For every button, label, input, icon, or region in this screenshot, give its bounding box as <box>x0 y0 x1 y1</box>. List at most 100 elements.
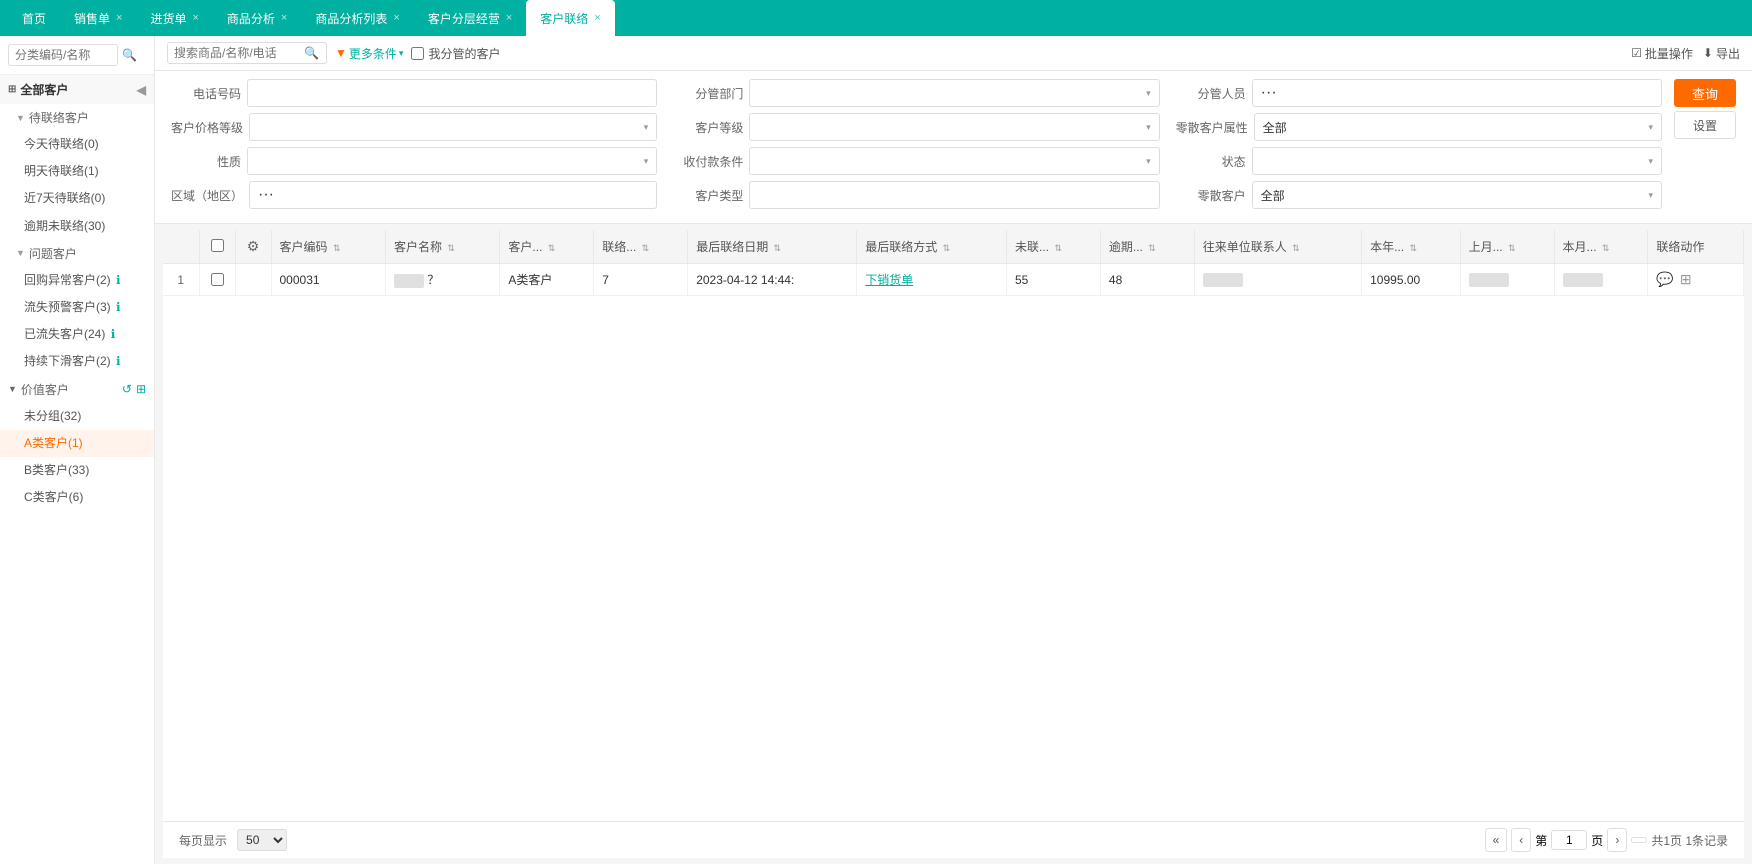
table-body: 1 000031 ？ A类客户 7 <box>163 264 1744 296</box>
manager-dots-icon[interactable]: ··· <box>1261 84 1277 102</box>
page-size-select[interactable]: 20 50 100 <box>237 829 287 851</box>
region-dots-icon[interactable]: ··· <box>258 186 274 204</box>
my-customers-check[interactable] <box>411 47 424 60</box>
sidebar-item-a-class[interactable]: A类客户(1) <box>0 430 154 457</box>
settings-button[interactable]: 设置 <box>1674 111 1736 139</box>
cell-lastmonth <box>1460 264 1554 296</box>
prev-page-btn[interactable]: ‹ <box>1511 828 1531 852</box>
col-checkbox-header[interactable] <box>199 230 235 264</box>
phone-input[interactable] <box>247 79 657 107</box>
sort-name-icon: ⇅ <box>447 243 455 253</box>
refresh-icon[interactable]: ↺ <box>122 382 132 396</box>
price-level-select[interactable]: ▾ <box>249 113 657 141</box>
message-action-icon[interactable]: 💬 <box>1656 271 1673 288</box>
col-uncontacted-header[interactable]: 未联... ⇅ <box>1007 230 1101 264</box>
cell-checkbox[interactable] <box>199 264 235 296</box>
nav-product-analysis[interactable]: 商品分析 × <box>213 0 301 36</box>
next-page-btn[interactable]: › <box>1607 828 1627 852</box>
blurred-thismonth <box>1563 273 1603 287</box>
query-button[interactable]: 查询 <box>1674 79 1736 107</box>
filter-search-icon[interactable]: 🔍 <box>304 46 319 60</box>
sidebar-all-customers[interactable]: ⊞ 全部客户 ◀ <box>0 75 154 104</box>
nav-sales[interactable]: 销售单 × <box>60 0 136 36</box>
col-lastmonth-header[interactable]: 上月... ⇅ <box>1460 230 1554 264</box>
sidebar-group-problem[interactable]: ▼ 问题客户 <box>0 240 154 267</box>
nav-home[interactable]: 首页 <box>8 0 60 36</box>
horizontal-scrollbar[interactable] <box>163 811 1744 821</box>
zero-attr-select[interactable]: 全部 ▾ <box>1254 113 1662 141</box>
nav-purchase[interactable]: 进货单 × <box>136 0 212 36</box>
customer-level-select[interactable]: ▾ <box>749 113 1159 141</box>
sort-lastmethod-icon: ⇅ <box>943 243 951 253</box>
col-thisyear-header[interactable]: 本年... ⇅ <box>1362 230 1461 264</box>
nav-product-list[interactable]: 商品分析列表 × <box>301 0 413 36</box>
last-page-btn[interactable] <box>1631 837 1647 843</box>
col-level-header[interactable]: 客户... ⇅ <box>500 230 594 264</box>
close-purchase-icon[interactable]: × <box>192 12 198 24</box>
close-all-button[interactable]: × <box>1735 423 1744 441</box>
cell-level: A类客户 <box>500 264 594 296</box>
region-input[interactable]: ··· <box>249 181 657 209</box>
col-contact-header[interactable]: 联络... ⇅ <box>594 230 688 264</box>
sidebar-item-churn-warning[interactable]: 流失预警客户(3) ℹ <box>0 294 154 321</box>
status-label: 状态 <box>1176 153 1246 170</box>
row-checkbox[interactable] <box>211 273 224 286</box>
col-lastdate-header[interactable]: 最后联络日期 ⇅ <box>688 230 857 264</box>
col-thismonth-header[interactable]: 本月... ⇅ <box>1554 230 1648 264</box>
sidebar-item-tomorrow[interactable]: 明天待联络(1) <box>0 158 154 185</box>
nav-customer-contact[interactable]: 客户联络 × <box>526 0 614 36</box>
first-page-btn[interactable]: « <box>1485 828 1508 852</box>
table-settings-icon[interactable]: ⚙ <box>247 238 260 254</box>
close-analysis-icon[interactable]: × <box>281 12 287 24</box>
add-value-icon[interactable]: ⊞ <box>136 382 146 396</box>
close-list-icon[interactable]: × <box>393 12 399 24</box>
sort-lastmonth-icon: ⇅ <box>1508 243 1516 253</box>
my-customers-checkbox[interactable]: 我分管的客户 <box>411 45 500 62</box>
sidebar-item-declining[interactable]: 持续下滑客户(2) ℹ <box>0 348 154 375</box>
batch-operation-btn[interactable]: ☑ 批量操作 <box>1631 45 1693 62</box>
export-btn[interactable]: ⬇ 导出 <box>1703 45 1740 62</box>
sidebar-item-c-class[interactable]: C类客户(6) <box>0 484 154 511</box>
sidebar-item-b-class[interactable]: B类客户(33) <box>0 457 154 484</box>
close-tier-icon[interactable]: × <box>506 12 512 24</box>
sidebar-search-icon[interactable]: 🔍 <box>122 48 137 62</box>
select-all-checkbox[interactable] <box>211 239 224 252</box>
zero-customer-select[interactable]: 全部 ▾ <box>1252 181 1662 209</box>
close-sales-icon[interactable]: × <box>116 12 122 24</box>
sidebar-item-churned[interactable]: 已流失客户(24) ℹ <box>0 321 154 348</box>
sidebar-item-repurchase[interactable]: 回购异常客户(2) ℹ <box>0 267 154 294</box>
tri-pending: ▼ <box>16 113 25 123</box>
cell-uncontacted: 55 <box>1007 264 1101 296</box>
status-select[interactable]: ▾ <box>1252 147 1662 175</box>
scrollbar-inner <box>163 811 1744 819</box>
sidebar-search-input[interactable] <box>8 44 118 66</box>
col-gear-header[interactable]: ⚙ <box>235 230 271 264</box>
cell-lastmethod[interactable]: 下销货单 <box>857 264 1007 296</box>
qr-action-icon[interactable]: ⊞ <box>1680 271 1692 288</box>
close-contact-icon[interactable]: × <box>594 12 600 24</box>
col-overdue-header[interactable]: 逾期... ⇅ <box>1100 230 1194 264</box>
nature-select[interactable]: ▾ <box>247 147 657 175</box>
filter-search-input[interactable] <box>174 46 304 60</box>
type-input[interactable] <box>749 181 1159 209</box>
phone-label: 电话号码 <box>171 85 241 102</box>
sidebar-group-pending[interactable]: ▼ 待联络客户 <box>0 104 154 131</box>
manager-input[interactable]: ··· <box>1252 79 1662 107</box>
page-number-input[interactable] <box>1551 830 1587 850</box>
col-unitcontact-header[interactable]: 往来单位联系人 ⇅ <box>1194 230 1361 264</box>
sidebar-item-today[interactable]: 今天待联络(0) <box>0 131 154 158</box>
col-name-header[interactable]: 客户名称 ⇅ <box>385 230 499 264</box>
zero-customer-label: 零散客户 <box>1176 187 1246 204</box>
col-lastmethod-header[interactable]: 最后联络方式 ⇅ <box>857 230 1007 264</box>
sidebar-item-7days[interactable]: 近7天待联络(0) <box>0 185 154 212</box>
dept-select[interactable]: ▾ <box>749 79 1159 107</box>
last-method-link[interactable]: 下销货单 <box>865 273 913 287</box>
more-conditions-btn[interactable]: ▼ 更多条件 ▾ <box>335 45 403 62</box>
content-area: 🔍 ▼ 更多条件 ▾ 我分管的客户 ☑ 批量操作 ⬇ 导出 <box>155 36 1752 864</box>
data-table-wrap: ⚙ 客户编码 ⇅ 客户名称 ⇅ 客户... ⇅ <box>163 230 1744 811</box>
payment-select[interactable]: ▾ <box>749 147 1159 175</box>
nav-customer-tier[interactable]: 客户分层经营 × <box>414 0 526 36</box>
sidebar-item-overdue[interactable]: 逾期未联络(30) <box>0 213 154 240</box>
sidebar-item-unclassified[interactable]: 未分组(32) <box>0 403 154 430</box>
col-code-header[interactable]: 客户编码 ⇅ <box>271 230 385 264</box>
